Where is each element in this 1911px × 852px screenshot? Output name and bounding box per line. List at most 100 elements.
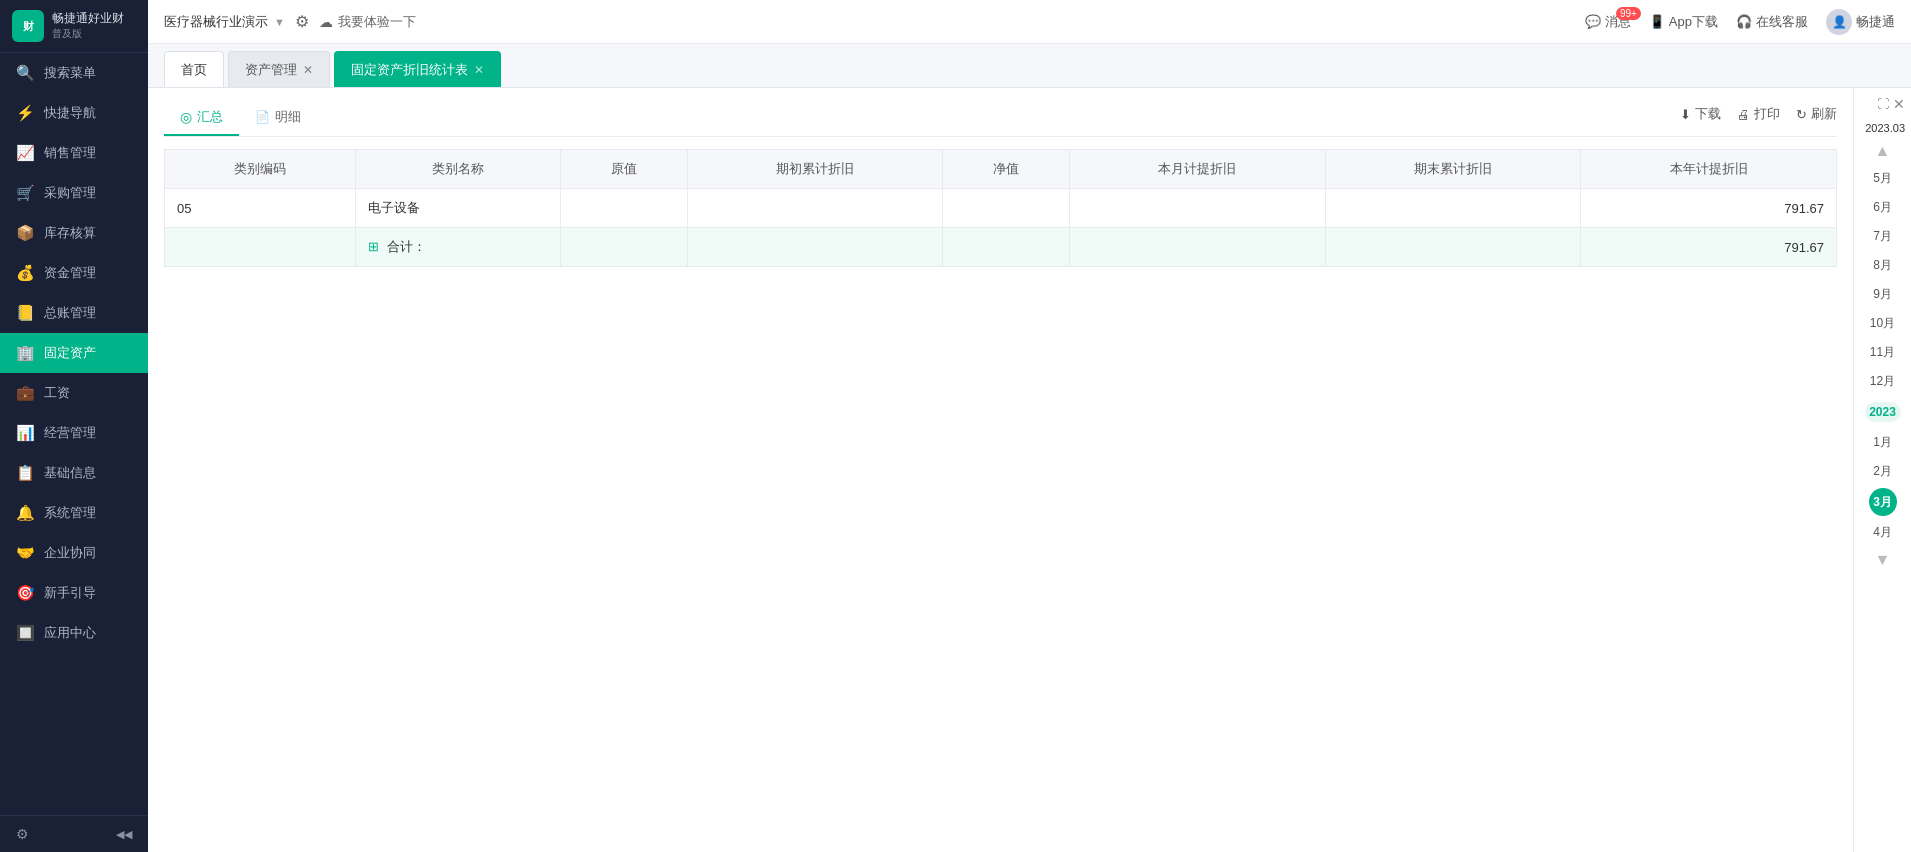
message-badge: 99+	[1616, 7, 1641, 20]
sidebar-item-payroll[interactable]: 💼 工资	[0, 373, 148, 413]
grid-icon: 🔲	[16, 624, 34, 642]
date-month-jun[interactable]: 6月	[1854, 193, 1911, 222]
settings-icon[interactable]: ⚙	[16, 826, 29, 842]
collapse-icon[interactable]: ◀◀	[116, 828, 132, 841]
date-month-oct[interactable]: 10月	[1854, 309, 1911, 338]
box-icon: 📦	[16, 224, 34, 242]
messages-button[interactable]: 💬 消息 99+	[1585, 13, 1631, 31]
total-icon: ⊞	[368, 239, 379, 254]
topbar-settings-icon[interactable]: ⚙	[295, 12, 309, 31]
sidebar-item-system[interactable]: 🔔 系统管理	[0, 493, 148, 533]
sidebar-item-basic-info[interactable]: 📋 基础信息	[0, 453, 148, 493]
row-original-value	[561, 189, 688, 228]
sidebar-item-search[interactable]: 🔍 搜索菜单	[0, 53, 148, 93]
briefcase-icon: 💼	[16, 384, 34, 402]
sidebar-item-label: 搜索菜单	[44, 64, 96, 82]
money-icon: 💰	[16, 264, 34, 282]
date-month-feb[interactable]: 2月	[1854, 457, 1911, 486]
col-annual-depreciation: 本年计提折旧	[1581, 150, 1837, 189]
book-icon: 📒	[16, 304, 34, 322]
company-name: 医疗器械行业演示	[164, 13, 268, 31]
sidebar-item-operations[interactable]: 📊 经营管理	[0, 413, 148, 453]
logo-icon: 财	[12, 10, 44, 42]
sidebar-item-finance[interactable]: 💰 资金管理	[0, 253, 148, 293]
print-button[interactable]: 🖨 打印	[1737, 105, 1780, 123]
date-month-jan[interactable]: 1月	[1854, 428, 1911, 457]
date-up-arrow[interactable]: ▲	[1854, 138, 1911, 164]
row-category-code: 05	[165, 189, 356, 228]
row-annual-depreciation: 791.67	[1581, 189, 1837, 228]
print-label: 打印	[1754, 105, 1780, 123]
bell-icon: 🔔	[16, 504, 34, 522]
date-month-mar-current[interactable]: 3月	[1869, 488, 1897, 516]
close-panel-icon[interactable]: ✕	[1893, 96, 1905, 112]
sidebar-item-label: 基础信息	[44, 464, 96, 482]
bar-chart-icon: 📊	[16, 424, 34, 442]
headset-icon: 🎧	[1736, 14, 1752, 29]
date-month-aug[interactable]: 8月	[1854, 251, 1911, 280]
sub-tabs-left: ◎ 汇总 📄 明细	[164, 100, 317, 136]
sidebar: 财 畅捷通好业财 普及版 🔍 搜索菜单 ⚡ 快捷导航 📈 销售管理 🛒 采购管理…	[0, 0, 148, 852]
date-panel-header: ⛶ ✕	[1854, 96, 1911, 118]
sidebar-item-app-center[interactable]: 🔲 应用中心	[0, 613, 148, 653]
tab-home-label: 首页	[181, 61, 207, 79]
sidebar-item-enterprise[interactable]: 🤝 企业协同	[0, 533, 148, 573]
avatar-icon: 👤	[1832, 15, 1847, 29]
col-period-end-accumulated: 期末累计折旧	[1325, 150, 1581, 189]
total-annual-depreciation: 791.67	[1581, 228, 1837, 267]
refresh-button[interactable]: ↻ 刷新	[1796, 105, 1837, 123]
total-net-value	[943, 228, 1070, 267]
lightning-icon: ⚡	[16, 104, 34, 122]
app-download-label: App下载	[1669, 13, 1718, 31]
sidebar-item-label: 总账管理	[44, 304, 96, 322]
sidebar-item-inventory[interactable]: 📦 库存核算	[0, 213, 148, 253]
sub-tab-summary[interactable]: ◎ 汇总	[164, 100, 239, 136]
online-service-label: 在线客服	[1756, 13, 1808, 31]
row-period-accumulated	[687, 189, 943, 228]
tab-depreciation-label: 固定资产折旧统计表	[351, 61, 468, 79]
refresh-label: 刷新	[1811, 105, 1837, 123]
total-period-accumulated	[687, 228, 943, 267]
sidebar-item-purchase[interactable]: 🛒 采购管理	[0, 173, 148, 213]
sub-tab-detail-label: 明细	[275, 108, 301, 126]
topbar-right: 💬 消息 99+ 📱 App下载 🎧 在线客服 👤 畅捷通	[1585, 9, 1895, 35]
date-month-jul[interactable]: 7月	[1854, 222, 1911, 251]
cart-icon: 🛒	[16, 184, 34, 202]
tab-depreciation-close-icon[interactable]: ✕	[474, 63, 484, 77]
company-selector[interactable]: 医疗器械行业演示 ▼	[164, 13, 285, 31]
expand-icon[interactable]: ⛶	[1877, 97, 1889, 111]
sidebar-item-sales[interactable]: 📈 销售管理	[0, 133, 148, 173]
user-profile-button[interactable]: 👤 畅捷通	[1826, 9, 1895, 35]
date-month-may[interactable]: 5月	[1854, 164, 1911, 193]
content-area: ◎ 汇总 📄 明细 ⬇ 下载 🖨 打印	[148, 88, 1911, 852]
sidebar-item-quick-nav[interactable]: ⚡ 快捷导航	[0, 93, 148, 133]
sidebar-item-guide[interactable]: 🎯 新手引导	[0, 573, 148, 613]
sidebar-item-label: 快捷导航	[44, 104, 96, 122]
sidebar-item-ledger[interactable]: 📒 总账管理	[0, 293, 148, 333]
trial-text: 我要体验一下	[338, 13, 416, 31]
tab-depreciation[interactable]: 固定资产折旧统计表 ✕	[334, 51, 501, 87]
sidebar-item-fixed-assets[interactable]: 🏢 固定资产	[0, 333, 148, 373]
sidebar-item-label: 资金管理	[44, 264, 96, 282]
sub-tab-summary-label: 汇总	[197, 108, 223, 126]
date-down-arrow[interactable]: ▼	[1854, 547, 1911, 573]
tab-asset-mgmt[interactable]: 资产管理 ✕	[228, 51, 330, 87]
app-download-button[interactable]: 📱 App下载	[1649, 13, 1718, 31]
sidebar-logo: 财 畅捷通好业财 普及版	[0, 0, 148, 53]
date-month-apr[interactable]: 4月	[1854, 518, 1911, 547]
sub-tab-detail[interactable]: 📄 明细	[239, 100, 317, 136]
tab-asset-mgmt-close-icon[interactable]: ✕	[303, 63, 313, 77]
download-button[interactable]: ⬇ 下载	[1680, 105, 1721, 123]
sidebar-item-label: 新手引导	[44, 584, 96, 602]
trial-button[interactable]: ☁ 我要体验一下	[319, 13, 416, 31]
download-label: 下载	[1695, 105, 1721, 123]
date-month-nov[interactable]: 11月	[1854, 338, 1911, 367]
download-icon: ⬇	[1680, 107, 1691, 122]
tab-home[interactable]: 首页	[164, 51, 224, 87]
total-monthly-depreciation	[1069, 228, 1325, 267]
date-month-sep[interactable]: 9月	[1854, 280, 1911, 309]
online-service-button[interactable]: 🎧 在线客服	[1736, 13, 1808, 31]
sub-tabs-actions: ⬇ 下载 🖨 打印 ↻ 刷新	[1680, 105, 1837, 131]
date-month-dec[interactable]: 12月	[1854, 367, 1911, 396]
sidebar-nav: 🔍 搜索菜单 ⚡ 快捷导航 📈 销售管理 🛒 采购管理 📦 库存核算 💰 资金管…	[0, 53, 148, 815]
